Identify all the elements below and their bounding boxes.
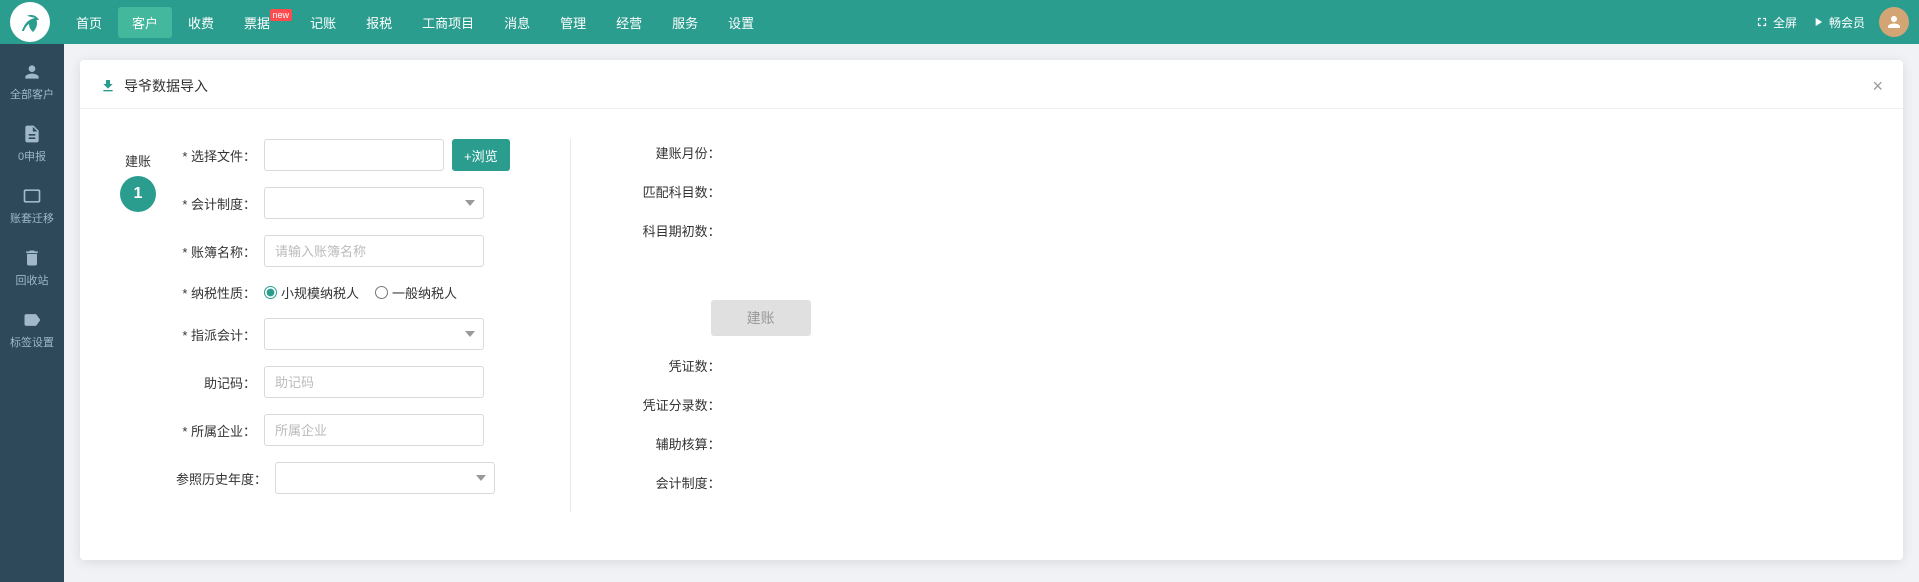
info-row-subject-initial: 科目期初数： <box>631 221 891 240</box>
document-icon <box>22 124 42 144</box>
nav-item-business[interactable]: 工商项目 <box>408 7 488 38</box>
sidebar-item-all-clients[interactable]: 全部客户 <box>0 52 64 112</box>
tag-icon <box>22 310 42 330</box>
dialog-title: 导爷数据导入 <box>100 76 208 96</box>
info-label-accounting-system: 会计制度： <box>631 473 721 492</box>
dialog-header: 导爷数据导入 × <box>80 60 1903 109</box>
history-year-label: 参照历史年度： <box>176 469 267 488</box>
build-btn-container: 建账 <box>631 300 891 336</box>
history-year-select[interactable] <box>275 462 495 494</box>
top-navigation: 首页 客户 收费 票据 new 记账 报税 工商项目 消息 管理 经营 服务 设… <box>0 0 1919 44</box>
memo-code-row: 助记码： <box>176 366 510 398</box>
nav-item-bookkeeping[interactable]: 记账 <box>296 7 350 38</box>
memo-code-input[interactable] <box>264 366 484 398</box>
file-label: * 选择文件： <box>176 146 256 165</box>
info-label-subject-initial: 科目期初数： <box>631 221 721 240</box>
sidebar-item-zero-declaration[interactable]: 0申报 <box>0 114 64 174</box>
tax-type-radio-group: 小规模纳税人 一般纳税人 <box>264 283 457 302</box>
info-label-voucher-entry: 凭证分录数： <box>631 395 721 414</box>
nav-item-client[interactable]: 客户 <box>118 7 172 38</box>
history-year-row: 参照历史年度： <box>176 462 510 494</box>
info-section: 建账月份： 匹配科目数： 科目期初数： 建账 <box>631 139 891 512</box>
sidebar-item-tag-settings[interactable]: 标签设置 <box>0 300 64 360</box>
content-area: 导爷数据导入 × 建账 1 * 选择文件： <box>64 44 1919 582</box>
play-icon <box>1811 15 1825 29</box>
sidebar-item-recycle[interactable]: 回收站 <box>0 238 64 298</box>
nav-item-tax[interactable]: 报税 <box>352 7 406 38</box>
memo-code-label: 助记码： <box>176 373 256 392</box>
fullscreen-icon <box>1755 15 1769 29</box>
browse-button[interactable]: +浏览 <box>452 139 510 171</box>
trash-icon <box>22 248 42 268</box>
section-divider <box>570 139 571 512</box>
nav-items: 首页 客户 收费 票据 new 记账 报税 工商项目 消息 管理 经营 服务 设… <box>62 7 1755 38</box>
radio-small-taxpayer[interactable]: 小规模纳税人 <box>264 283 359 302</box>
sidebar: 全部客户 0申报 账套迁移 回收站 标签设置 <box>0 44 64 582</box>
nav-item-ticket[interactable]: 票据 new <box>230 7 294 38</box>
file-row: * 选择文件： +浏览 <box>176 139 510 171</box>
nav-item-settings[interactable]: 设置 <box>714 7 768 38</box>
member-button[interactable]: 畅会员 <box>1811 14 1865 31</box>
nav-item-home[interactable]: 首页 <box>62 7 116 38</box>
assign-accountant-select[interactable] <box>264 318 484 350</box>
company-label: * 所属企业： <box>176 421 256 440</box>
radio-general-taxpayer[interactable]: 一般纳税人 <box>375 283 457 302</box>
info-label-auxiliary: 辅助核算： <box>631 434 721 453</box>
transfer-icon <box>22 186 42 206</box>
main-layout: 全部客户 0申报 账套迁移 回收站 标签设置 <box>0 44 1919 582</box>
dialog-body: 建账 1 * 选择文件： +浏览 * 会计制度： <box>80 109 1903 542</box>
info-row-accounting-system: 会计制度： <box>631 473 891 492</box>
nav-item-fee[interactable]: 收费 <box>174 7 228 38</box>
app-logo <box>10 2 50 42</box>
info-row-voucher: 凭证数： <box>631 356 891 375</box>
info-row-match-subject: 匹配科目数： <box>631 182 891 201</box>
nav-right: 全屏 畅会员 <box>1755 7 1909 37</box>
info-row-auxiliary: 辅助核算： <box>631 434 891 453</box>
company-input[interactable] <box>264 414 484 446</box>
ledger-name-input[interactable] <box>264 235 484 267</box>
nav-item-manage[interactable]: 管理 <box>546 7 600 38</box>
nav-item-operation[interactable]: 经营 <box>602 7 656 38</box>
ledger-name-row: * 账簿名称： <box>176 235 510 267</box>
file-input[interactable] <box>264 139 444 171</box>
info-label-build-month: 建账月份： <box>631 143 721 162</box>
dialog: 导爷数据导入 × 建账 1 * 选择文件： <box>80 60 1903 560</box>
nav-item-service[interactable]: 服务 <box>658 7 712 38</box>
info-label-match-subject: 匹配科目数： <box>631 182 721 201</box>
step-section: 建账 1 * 选择文件： +浏览 * 会计制度： <box>120 139 510 512</box>
avatar-icon <box>1885 13 1903 31</box>
ledger-name-label: * 账簿名称： <box>176 242 256 261</box>
accounting-system-label: * 会计制度： <box>176 194 256 213</box>
company-row: * 所属企业： <box>176 414 510 446</box>
tax-type-row: * 纳税性质： 小规模纳税人 一般纳税人 <box>176 283 510 302</box>
form-section: * 选择文件： +浏览 * 会计制度： <box>176 139 510 510</box>
accounting-system-select[interactable] <box>264 187 484 219</box>
accounting-system-row: * 会计制度： <box>176 187 510 219</box>
info-row-build-month: 建账月份： <box>631 143 891 162</box>
dialog-close-button[interactable]: × <box>1872 77 1883 95</box>
user-avatar[interactable] <box>1879 7 1909 37</box>
new-badge: new <box>270 9 293 21</box>
step-circle: 1 <box>120 176 156 212</box>
tax-type-label: * 纳税性质： <box>176 283 256 302</box>
info-label-voucher: 凭证数： <box>631 356 721 375</box>
assign-accountant-label: * 指派会计： <box>176 325 256 344</box>
import-icon <box>100 78 116 94</box>
info-row-voucher-entry: 凭证分录数： <box>631 395 891 414</box>
build-button[interactable]: 建账 <box>711 300 811 336</box>
sidebar-item-account-migration[interactable]: 账套迁移 <box>0 176 64 236</box>
assign-accountant-row: * 指派会计： <box>176 318 510 350</box>
nav-item-message[interactable]: 消息 <box>490 7 544 38</box>
person-icon <box>22 62 42 82</box>
step-label: 建账 <box>125 143 151 170</box>
logo-icon <box>18 10 42 34</box>
fullscreen-button[interactable]: 全屏 <box>1755 14 1797 31</box>
